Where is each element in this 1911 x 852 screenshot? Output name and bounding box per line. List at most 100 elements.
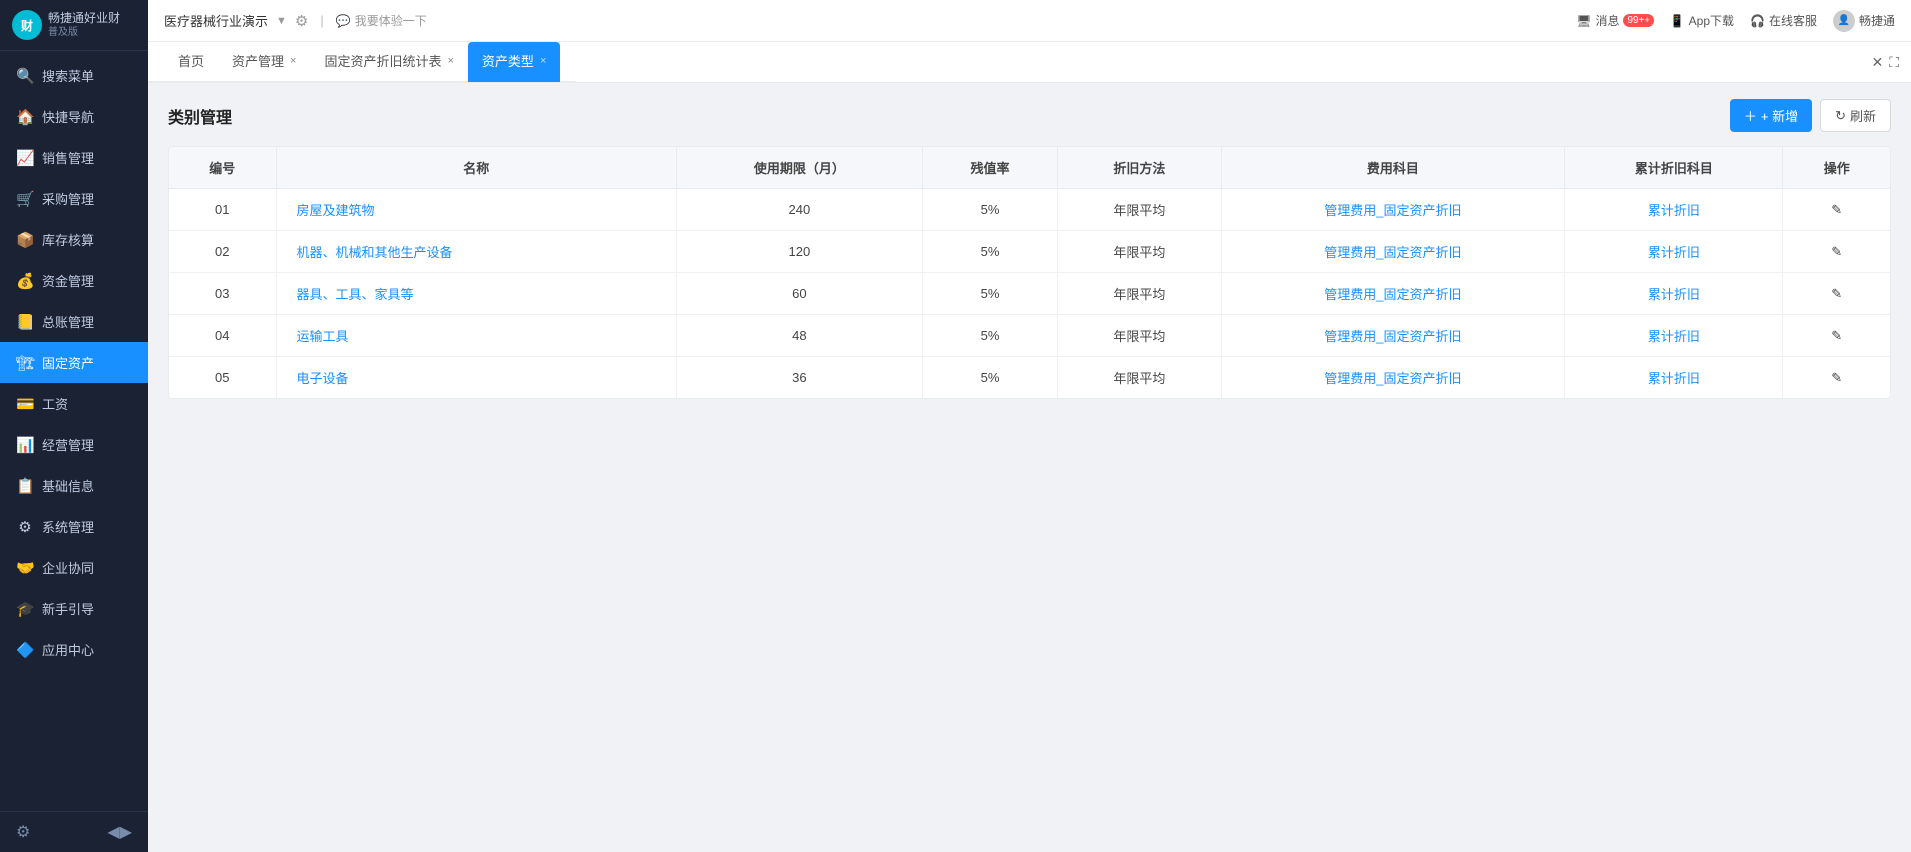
category-table: 编号名称使用期限（月）残值率折旧方法费用科目累计折旧科目操作 01房屋及建筑物2… bbox=[169, 147, 1890, 398]
sidebar-item-固定资产[interactable]: 🏗 固定资产 bbox=[0, 342, 148, 383]
cell-3-4: 年限平均 bbox=[1058, 315, 1221, 357]
expand-window-icon[interactable]: ⛶ bbox=[1889, 54, 1899, 71]
col-header-3: 残值率 bbox=[922, 147, 1058, 189]
refresh-icon: ↻ bbox=[1835, 108, 1846, 124]
tab-0[interactable]: 首页 bbox=[164, 42, 218, 82]
cell-2-5: 管理费用_固定资产折旧 bbox=[1221, 273, 1565, 315]
col-header-6: 累计折旧科目 bbox=[1565, 147, 1783, 189]
refresh-button[interactable]: ↻ 刷新 bbox=[1820, 99, 1891, 132]
app-download-item[interactable]: 📱 App下载 bbox=[1670, 12, 1734, 29]
sidebar-nav: 🔍 搜索菜单 🏠 快捷导航 📈 销售管理 🛒 采购管理 📦 库存核算 💰 资金管… bbox=[0, 51, 148, 811]
tab-2[interactable]: 固定资产折旧统计表× bbox=[310, 42, 467, 82]
edit-icon[interactable]: ✎ bbox=[1783, 273, 1890, 315]
notification-badge: 99++ bbox=[1623, 14, 1653, 27]
cell-0-0: 01 bbox=[169, 189, 276, 231]
cell-3-1: 运输工具 bbox=[276, 315, 676, 357]
user-label: 畅捷通 bbox=[1859, 12, 1895, 29]
sidebar-item-资金管理[interactable]: 💰 资金管理 bbox=[0, 260, 148, 301]
cell-1-6: 累计折旧 bbox=[1565, 231, 1783, 273]
customer-service-item[interactable]: 🎧 在线客服 bbox=[1750, 12, 1817, 29]
sidebar-icon-3: 🛒 bbox=[16, 190, 34, 208]
window-controls: ✕ ⛶ bbox=[1859, 42, 1911, 82]
cell-4-3: 5% bbox=[922, 357, 1058, 399]
header-dropdown-icon[interactable]: ▼ bbox=[276, 15, 287, 27]
cell-0-4: 年限平均 bbox=[1058, 189, 1221, 231]
tab-close-1[interactable]: × bbox=[290, 55, 296, 67]
page-title: 类别管理 bbox=[168, 104, 232, 128]
sidebar-icon-13: 🎓 bbox=[16, 600, 34, 618]
sidebar-item-label-14: 应用中心 bbox=[42, 640, 94, 659]
notification-item[interactable]: 🖥 消息 99++ bbox=[1576, 12, 1653, 29]
tab-bar: 首页资产管理×固定资产折旧统计表×资产类型× bbox=[148, 42, 576, 82]
sidebar-item-搜索菜单[interactable]: 🔍 搜索菜单 bbox=[0, 55, 148, 96]
sidebar-item-label-13: 新手引导 bbox=[42, 599, 94, 618]
cell-1-5: 管理费用_固定资产折旧 bbox=[1221, 231, 1565, 273]
sidebar-item-label-9: 经营管理 bbox=[42, 435, 94, 454]
header-left: 医疗器械行业演示 ▼ ⚙ | 💬 我要体验一下 bbox=[164, 11, 427, 30]
tab-1[interactable]: 资产管理× bbox=[218, 42, 310, 82]
cell-0-5: 管理费用_固定资产折旧 bbox=[1221, 189, 1565, 231]
sidebar-item-label-8: 工资 bbox=[42, 394, 68, 413]
app-download-icon: 📱 bbox=[1670, 14, 1685, 28]
logo-main-text: 畅捷通好业财 bbox=[48, 11, 120, 27]
tab-close-2[interactable]: × bbox=[447, 55, 453, 67]
sidebar-item-总账管理[interactable]: 📒 总账管理 bbox=[0, 301, 148, 342]
sidebar-item-应用中心[interactable]: 🔷 应用中心 bbox=[0, 629, 148, 670]
cell-4-1: 电子设备 bbox=[276, 357, 676, 399]
sidebar-item-label-12: 企业协同 bbox=[42, 558, 94, 577]
sidebar-item-快捷导航[interactable]: 🏠 快捷导航 bbox=[0, 96, 148, 137]
edit-icon[interactable]: ✎ bbox=[1783, 357, 1890, 399]
content-area: 类别管理 ＋ + 新增 ↻ 刷新 编号名称使用期限（月）残值率折旧方法费用科目累… bbox=[148, 83, 1911, 852]
sidebar-item-label-0: 搜索菜单 bbox=[42, 66, 94, 85]
new-label: + 新增 bbox=[1761, 106, 1798, 125]
cell-1-3: 5% bbox=[922, 231, 1058, 273]
sidebar-item-label-7: 固定资产 bbox=[42, 353, 94, 372]
sidebar-item-经营管理[interactable]: 📊 经营管理 bbox=[0, 424, 148, 465]
sidebar-item-工资[interactable]: 💳 工资 bbox=[0, 383, 148, 424]
tab-close-3[interactable]: × bbox=[540, 55, 546, 67]
sidebar-item-企业协同[interactable]: 🤝 企业协同 bbox=[0, 547, 148, 588]
sidebar-icon-2: 📈 bbox=[16, 149, 34, 167]
customer-service-icon: 🎧 bbox=[1750, 14, 1765, 28]
main-area: 医疗器械行业演示 ▼ ⚙ | 💬 我要体验一下 🖥 消息 99++ 📱 App下… bbox=[148, 0, 1911, 852]
logo-icon: 财 bbox=[12, 10, 42, 40]
header-gear-icon[interactable]: ⚙ bbox=[295, 12, 308, 30]
notification-icon: 🖥 bbox=[1576, 14, 1591, 28]
collapse-icon[interactable]: ◀▶ bbox=[107, 822, 132, 842]
table-row: 05电子设备365%年限平均管理费用_固定资产折旧累计折旧✎ bbox=[169, 357, 1890, 399]
customer-service-label: 在线客服 bbox=[1769, 12, 1817, 29]
table-row: 04运输工具485%年限平均管理费用_固定资产折旧累计折旧✎ bbox=[169, 315, 1890, 357]
user-item[interactable]: 👤 畅捷通 bbox=[1833, 10, 1895, 32]
experience-button[interactable]: 💬 我要体验一下 bbox=[336, 12, 427, 29]
logo-sub-text: 普及版 bbox=[48, 26, 120, 39]
sidebar-icon-5: 💰 bbox=[16, 272, 34, 290]
tab-bar-wrapper: 首页资产管理×固定资产折旧统计表×资产类型× ✕ ⛶ bbox=[148, 42, 1911, 83]
sidebar-icon-12: 🤝 bbox=[16, 559, 34, 577]
content-header: 类别管理 ＋ + 新增 ↻ 刷新 bbox=[168, 99, 1891, 132]
sidebar-icon-4: 📦 bbox=[16, 231, 34, 249]
settings-icon[interactable]: ⚙ bbox=[16, 822, 30, 842]
sidebar-item-新手引导[interactable]: 🎓 新手引导 bbox=[0, 588, 148, 629]
sidebar-item-库存核算[interactable]: 📦 库存核算 bbox=[0, 219, 148, 260]
sidebar-item-销售管理[interactable]: 📈 销售管理 bbox=[0, 137, 148, 178]
sidebar-item-采购管理[interactable]: 🛒 采购管理 bbox=[0, 178, 148, 219]
header-title: 医疗器械行业演示 bbox=[164, 11, 268, 30]
cell-0-3: 5% bbox=[922, 189, 1058, 231]
cell-0-1: 房屋及建筑物 bbox=[276, 189, 676, 231]
edit-icon[interactable]: ✎ bbox=[1783, 315, 1890, 357]
edit-icon[interactable]: ✎ bbox=[1783, 189, 1890, 231]
sidebar-item-label-4: 库存核算 bbox=[42, 230, 94, 249]
sidebar-icon-9: 📊 bbox=[16, 436, 34, 454]
tab-3[interactable]: 资产类型× bbox=[468, 42, 560, 82]
cell-3-2: 48 bbox=[676, 315, 922, 357]
col-header-0: 编号 bbox=[169, 147, 276, 189]
sidebar-icon-0: 🔍 bbox=[16, 67, 34, 85]
edit-icon[interactable]: ✎ bbox=[1783, 231, 1890, 273]
sidebar-item-基础信息[interactable]: 📋 基础信息 bbox=[0, 465, 148, 506]
close-window-icon[interactable]: ✕ bbox=[1871, 54, 1883, 71]
sidebar-item-系统管理[interactable]: ⚙ 系统管理 bbox=[0, 506, 148, 547]
table-row: 02机器、机械和其他生产设备1205%年限平均管理费用_固定资产折旧累计折旧✎ bbox=[169, 231, 1890, 273]
sidebar-item-label-10: 基础信息 bbox=[42, 476, 94, 495]
new-button[interactable]: ＋ + 新增 bbox=[1730, 99, 1812, 132]
col-header-7: 操作 bbox=[1783, 147, 1890, 189]
